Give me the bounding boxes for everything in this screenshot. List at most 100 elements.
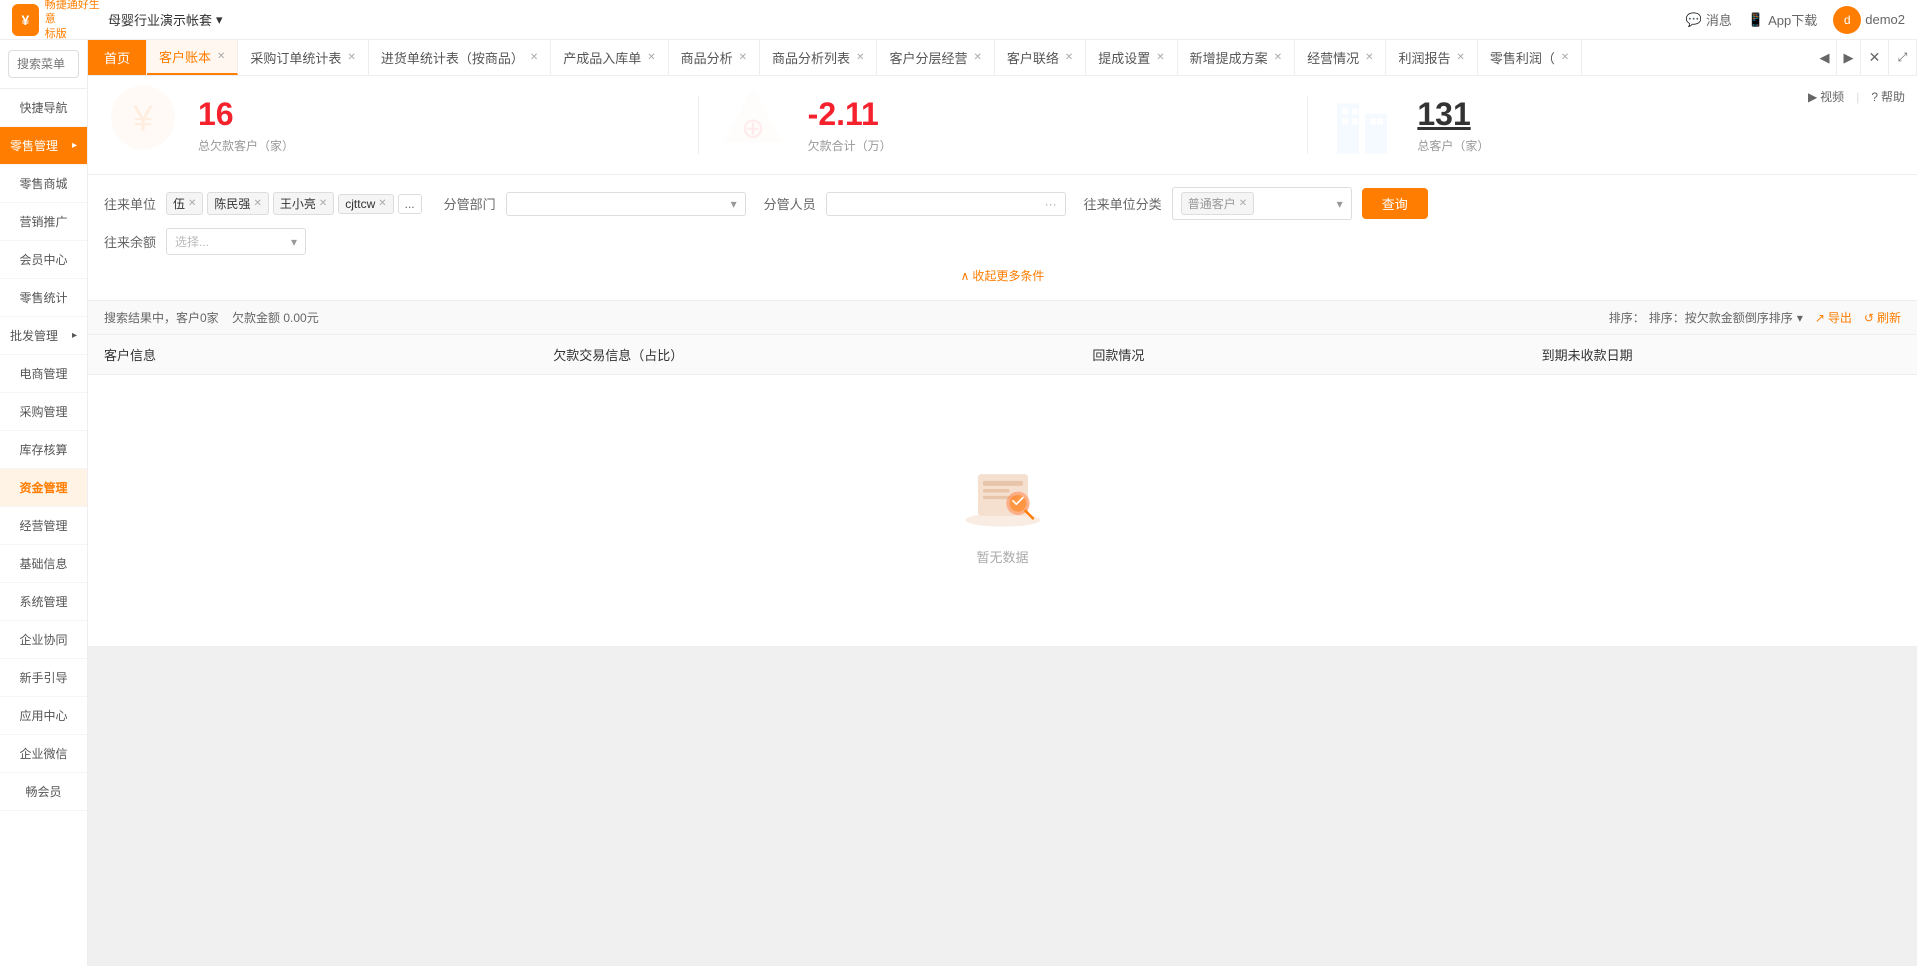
tab-customer-segment[interactable]: 客户分层经营 ✕	[877, 40, 994, 75]
sidebar-item-basic-info[interactable]: 基础信息	[0, 545, 87, 583]
svg-text:⊕: ⊕	[741, 113, 764, 144]
filter-row-1: 往来单位 伍 ✕ 陈民强 ✕ 王小亮 ✕ cjttcw ✕ ...	[104, 187, 1901, 220]
tag-close-1[interactable]: ✕	[253, 198, 261, 209]
tab-product-analysis-list[interactable]: 商品分析列表 ✕	[760, 40, 877, 75]
unit-class-label: 往来单位分类	[1084, 194, 1162, 213]
sidebar-item-vip-member[interactable]: 畅会员	[0, 773, 87, 811]
user-profile[interactable]: d demo2	[1833, 6, 1905, 34]
sidebar-item-retail-mgmt[interactable]: 零售管理 ▸	[0, 127, 87, 165]
tab-purchase-orders[interactable]: 采购订单统计表 ✕	[238, 40, 368, 75]
filter-row-2: 往来余额 选择... ▾	[104, 228, 1901, 255]
sidebar-item-retail-shop[interactable]: 零售商城	[0, 165, 87, 203]
sidebar-item-ecommerce[interactable]: 电商管理	[0, 355, 87, 393]
sidebar-item-inventory[interactable]: 库存核算	[0, 431, 87, 469]
stat-total-customers: 131 总客户（家） ▶ 视频 | ? 帮助	[1307, 76, 1917, 174]
sidebar-item-enterprise-collab[interactable]: 企业协同	[0, 621, 87, 659]
tab-close-icon[interactable]: ✕	[1156, 52, 1164, 63]
tab-close-icon[interactable]: ✕	[1365, 52, 1373, 63]
avatar: d	[1833, 6, 1861, 34]
video-link[interactable]: ▶ 视频	[1808, 88, 1844, 105]
chevron-icon: ▸	[72, 140, 77, 151]
tab-retail-profit[interactable]: 零售利润（ ✕	[1478, 40, 1582, 75]
tab-close-icon[interactable]: ✕	[1274, 52, 1282, 63]
export-button[interactable]: ↗ 导出	[1815, 309, 1852, 326]
tab-close-icon[interactable]: ✕	[973, 52, 981, 63]
tab-close-icon[interactable]: ✕	[739, 52, 747, 63]
chevron-down-icon: ▾	[291, 235, 297, 249]
store-selector[interactable]: 母婴行业演示帐套 ▾	[108, 10, 223, 29]
logo-text: 畅捷通好生意 标版	[45, 0, 100, 41]
nav-close-all-button[interactable]: ✕	[1861, 40, 1889, 76]
credit-bg-icon: ¥	[108, 83, 178, 153]
collapse-button[interactable]: ∧ 收起更多条件	[961, 267, 1045, 284]
collapse-up-icon: ∧	[961, 269, 970, 283]
nav-prev-button[interactable]: ◀	[1813, 40, 1837, 76]
tab-customer-contact[interactable]: 客户联络 ✕	[995, 40, 1086, 75]
query-button[interactable]: 查询	[1362, 188, 1428, 219]
tag-close-0[interactable]: ✕	[188, 198, 196, 209]
sidebar-item-purchase[interactable]: 采购管理	[0, 393, 87, 431]
tag-close-2[interactable]: ✕	[319, 198, 327, 209]
tab-promote-settings[interactable]: 提成设置 ✕	[1086, 40, 1177, 75]
tab-close-icon[interactable]: ✕	[217, 51, 225, 62]
sidebar-item-wholesale[interactable]: 批发管理 ▸	[0, 317, 87, 355]
message-icon: 💬	[1686, 12, 1702, 28]
col-header-date: 到期未收款日期	[1542, 345, 1901, 364]
filter-tags: 伍 ✕ 陈民强 ✕ 王小亮 ✕ cjttcw ✕ ...	[166, 192, 422, 215]
tag-close-3[interactable]: ✕	[378, 198, 386, 209]
sidebar-item-enterprise-wechat[interactable]: 企业微信	[0, 735, 87, 773]
top-bar-right: 💬 消息 📱 App下载 d demo2	[1686, 6, 1905, 34]
dept-filter-label: 分管部门	[444, 194, 496, 213]
stat-total-credit-customers: ¥ 16 总欠款客户（家）	[88, 76, 698, 174]
total-credit-customers-value: 16	[198, 96, 294, 133]
sidebar-item-marketing[interactable]: 营销推广	[0, 203, 87, 241]
dept-select[interactable]: ▾	[506, 192, 746, 216]
tab-close-icon[interactable]: ✕	[1065, 52, 1073, 63]
tab-product-analysis[interactable]: 商品分析 ✕	[669, 40, 760, 75]
tab-operation-status[interactable]: 经营情况 ✕	[1295, 40, 1386, 75]
stat-credit-total: ⊕ -2.11 欠款合计（万）	[698, 76, 1308, 174]
empty-label: 暂无数据	[976, 547, 1028, 566]
nav-expand-button[interactable]: ⤢	[1889, 40, 1917, 76]
refresh-icon: ↺	[1864, 311, 1874, 325]
tab-close-icon[interactable]: ✕	[647, 52, 655, 63]
tab-close-icon[interactable]: ✕	[530, 52, 538, 63]
refresh-button[interactable]: ↺ 刷新	[1864, 309, 1901, 326]
sidebar-item-member[interactable]: 会员中心	[0, 241, 87, 279]
tab-cost-inbound[interactable]: 产成品入库单 ✕	[551, 40, 668, 75]
sidebar-item-app-center[interactable]: 应用中心	[0, 697, 87, 735]
collapse-row: ∧ 收起更多条件	[104, 263, 1901, 288]
export-icon: ↗	[1815, 311, 1825, 325]
sidebar-item-retail-stats[interactable]: 零售统计	[0, 279, 87, 317]
tab-close-icon[interactable]: ✕	[347, 52, 355, 63]
balance-select[interactable]: 选择... ▾	[166, 228, 306, 255]
filter-more-button[interactable]: ...	[398, 194, 422, 214]
sidebar-item-quick-nav[interactable]: 快捷导航	[0, 89, 87, 127]
tab-close-icon[interactable]: ✕	[1561, 52, 1569, 63]
chevron-icon: ▸	[72, 330, 77, 341]
help-link[interactable]: ? 帮助	[1871, 88, 1905, 105]
unit-class-tag-close[interactable]: ✕	[1239, 198, 1247, 209]
tab-home[interactable]: 首页	[88, 40, 147, 75]
tab-new-promote[interactable]: 新增提成方案 ✕	[1178, 40, 1295, 75]
staff-select[interactable]: ···	[826, 192, 1066, 216]
tab-close-icon[interactable]: ✕	[856, 52, 864, 63]
sidebar-item-newbie-guide[interactable]: 新手引导	[0, 659, 87, 697]
sidebar-item-operations[interactable]: 经营管理	[0, 507, 87, 545]
building-bg-icon	[1327, 89, 1397, 159]
tab-inbound-stats[interactable]: 进货单统计表（按商品） ✕	[369, 40, 551, 75]
tab-profit-report[interactable]: 利润报告 ✕	[1386, 40, 1477, 75]
nav-next-button[interactable]: ▶	[1837, 40, 1861, 76]
message-button[interactable]: 💬 消息	[1686, 10, 1732, 29]
tab-close-icon[interactable]: ✕	[1457, 52, 1465, 63]
sidebar-item-finance[interactable]: 资金管理	[0, 469, 87, 507]
data-table: 客户信息 欠款交易信息（占比） 回款情况 到期未收款日期 暂无数据	[88, 335, 1917, 646]
search-input[interactable]	[8, 50, 79, 78]
results-bar-right: 排序： 排序：按欠款金额倒序排序 ▾ ↗ 导出 ↺ 刷新	[1609, 309, 1901, 326]
sort-select[interactable]: 排序： 排序：按欠款金额倒序排序 ▾	[1609, 309, 1803, 326]
sidebar-item-system[interactable]: 系统管理	[0, 583, 87, 621]
tab-accounts[interactable]: 客户账本 ✕	[147, 40, 238, 75]
unit-class-tag: 普通客户 ✕	[1181, 192, 1254, 215]
app-download-button[interactable]: 📱 App下载	[1748, 10, 1817, 29]
unit-class-select[interactable]: 普通客户 ✕ ▾	[1172, 187, 1352, 220]
